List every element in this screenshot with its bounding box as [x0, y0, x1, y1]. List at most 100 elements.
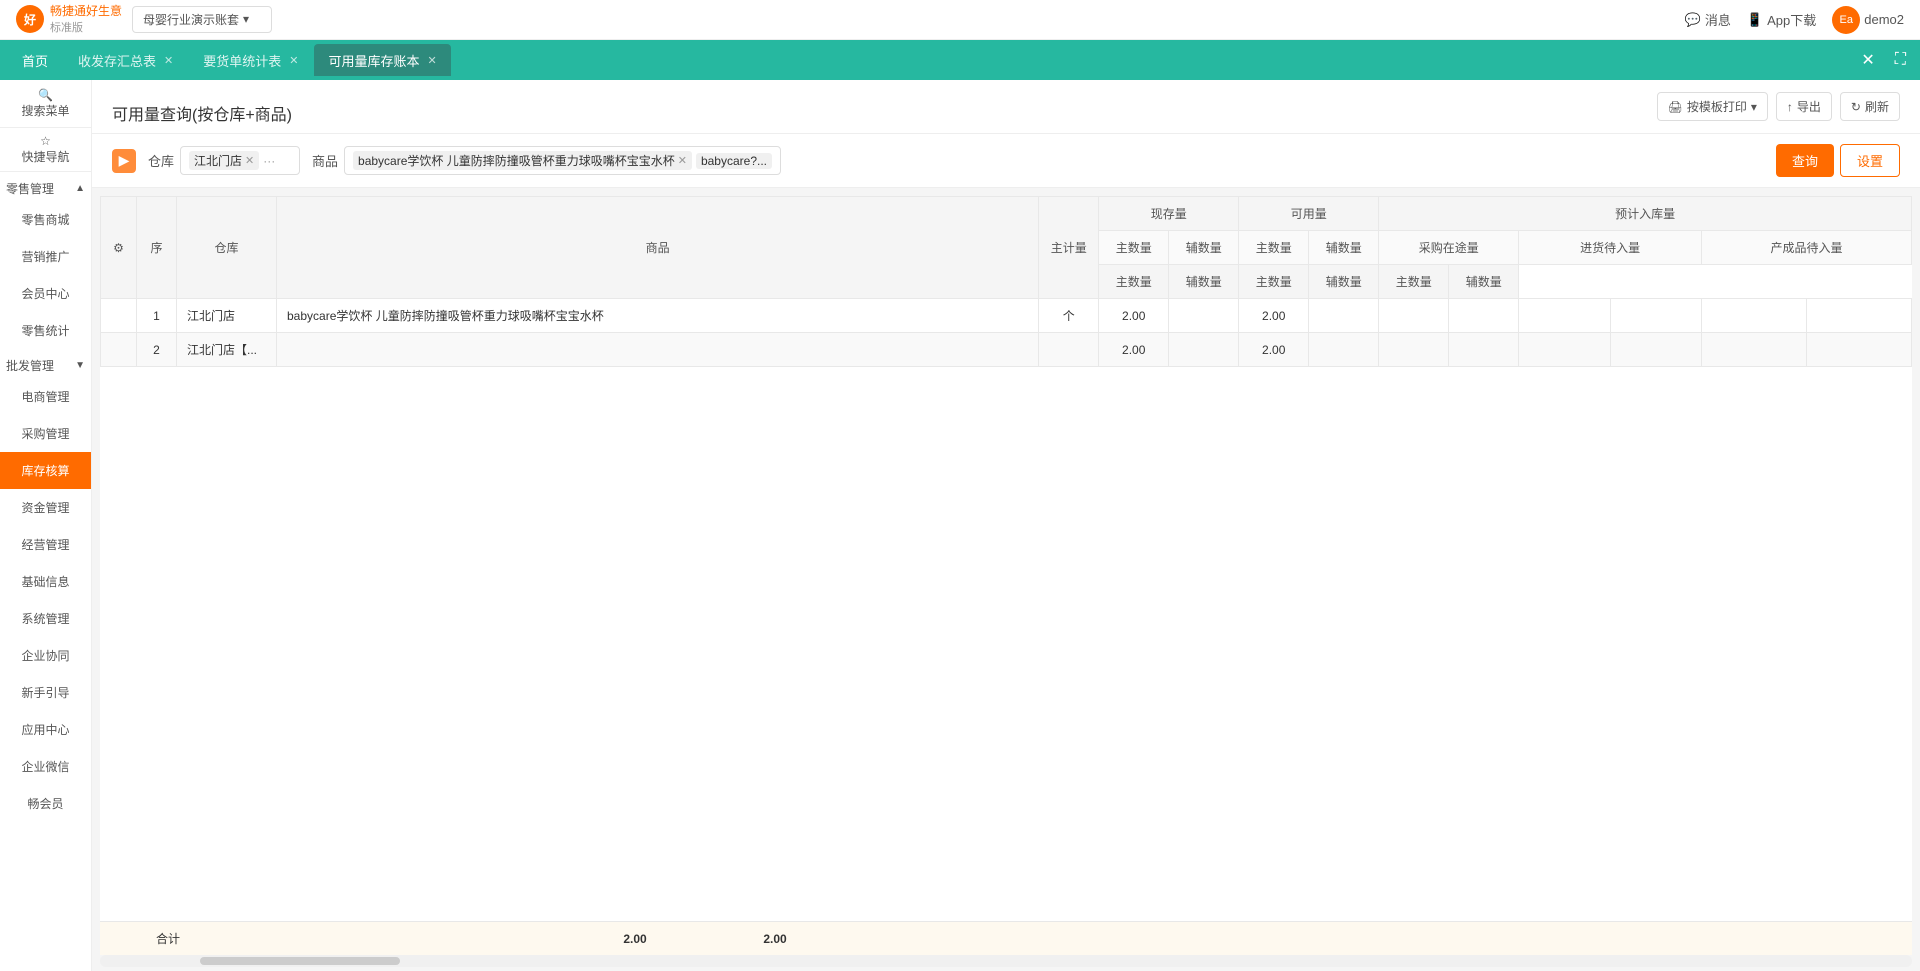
template-print-button[interactable]: 🖨 按模板打印 ▾	[1657, 92, 1768, 121]
window-expand-button[interactable]: ⛶	[1889, 49, 1912, 71]
sidebar: 🔍 搜索菜单 ☆ 快捷导航 零售管理 ▲ 零售商城 营销推广 会员中心 零售统计	[0, 80, 92, 971]
td-purchase-aux-1	[1449, 299, 1519, 333]
message-icon: 💬	[1685, 12, 1701, 28]
industry-select[interactable]: 母婴行业演示账套 ▾	[132, 6, 272, 33]
logo-area: 好 畅捷通好生意 标准版	[16, 4, 122, 34]
td-avail-aux-2	[1309, 333, 1379, 367]
td-product-main-1	[1702, 299, 1807, 333]
sidebar-item-finance[interactable]: 资金管理	[0, 489, 91, 526]
logo-text: 畅捷通好生意 标准版	[50, 4, 122, 34]
td-no-1: 1	[137, 299, 177, 333]
sidebar-group-retail[interactable]: 零售管理 ▲	[0, 172, 91, 201]
sidebar-item-operations[interactable]: 经营管理	[0, 526, 91, 563]
scrollbar-thumb[interactable]	[200, 957, 400, 965]
th-current-stock: 现存量	[1099, 197, 1239, 231]
top-bar-right: 💬 消息 📱 App下载 Ea demo2	[1685, 6, 1904, 34]
product-tag-1-close[interactable]: ✕	[678, 154, 687, 167]
sidebar-item-retail-mall[interactable]: 零售商城	[0, 201, 91, 238]
table-row: 1 江北门店 babycare学饮杯 儿童防摔防撞吸管杯重力球吸嘴杯宝宝水杯 个…	[101, 299, 1912, 333]
refresh-icon: ↻	[1851, 100, 1861, 114]
filter-toggle-button[interactable]: ▶	[112, 149, 136, 173]
sidebar-item-marketing[interactable]: 营销推广	[0, 238, 91, 275]
settings-button[interactable]: 设置	[1840, 144, 1900, 177]
tab-home[interactable]: 首页	[8, 44, 62, 76]
sidebar-item-wechat[interactable]: 企业微信	[0, 748, 91, 785]
warehouse-filter-input[interactable]: 江北门店 ✕ ···	[180, 146, 300, 175]
sidebar-item-ecommerce[interactable]: 电商管理	[0, 378, 91, 415]
td-purchase-main-1	[1379, 299, 1449, 333]
sidebar-item-retail-stats[interactable]: 零售统计	[0, 312, 91, 349]
td-product-aux-1	[1806, 299, 1911, 333]
sidebar-item-purchase[interactable]: 采购管理	[0, 415, 91, 452]
th-product-pending: 产成品待入量	[1702, 231, 1912, 265]
warehouse-tag: 江北门店 ✕	[189, 151, 259, 170]
tab-demand-stats[interactable]: 要货单统计表 ✕	[189, 44, 312, 76]
th-warehouse: 仓库	[177, 197, 277, 299]
horizontal-scrollbar[interactable]	[100, 955, 1912, 967]
page-header-actions: 🖨 按模板打印 ▾ ↑ 导出 ↻ 刷新	[1657, 92, 1900, 121]
product-tag-1: babycare学饮杯 儿童防摔防撞吸管杯重力球吸嘴杯宝宝水杯 ✕	[353, 151, 692, 170]
warehouse-tag-close[interactable]: ✕	[245, 154, 254, 167]
td-product-1: babycare学饮杯 儿童防摔防撞吸管杯重力球吸嘴杯宝宝水杯	[277, 299, 1039, 333]
refresh-button[interactable]: ↻ 刷新	[1840, 92, 1900, 121]
footer-label: 合计	[110, 930, 210, 947]
td-incoming-aux-1	[1610, 299, 1701, 333]
message-button[interactable]: 💬 消息	[1685, 10, 1731, 29]
th-avail-aux: 辅数量	[1309, 231, 1379, 265]
th-product-aux: 辅数量	[1449, 265, 1519, 299]
app-download-button[interactable]: 📱 App下载	[1747, 10, 1816, 29]
window-close-button[interactable]: ✕	[1855, 48, 1880, 72]
sidebar-quick-nav[interactable]: ☆ 快捷导航	[0, 128, 91, 172]
export-button[interactable]: ↑ 导出	[1776, 92, 1832, 121]
sidebar-item-basics[interactable]: 基础信息	[0, 563, 91, 600]
td-incoming-main-1	[1519, 299, 1610, 333]
tab-close-receive-summary[interactable]: ✕	[164, 54, 173, 67]
td-avail-aux-1	[1309, 299, 1379, 333]
td-unit-1: 个	[1039, 299, 1099, 333]
sidebar-group-wholesale[interactable]: 批发管理 ▼	[0, 349, 91, 378]
th-current-aux: 辅数量	[1169, 231, 1239, 265]
chevron-down-icon: ▾	[243, 12, 249, 26]
chevron-up-icon: ▲	[75, 183, 85, 194]
user-profile[interactable]: Ea demo2	[1832, 6, 1904, 34]
td-avail-main-2: 2.00	[1239, 333, 1309, 367]
footer-avail-aux	[810, 932, 880, 946]
search-icon: 🔍	[8, 88, 83, 102]
sidebar-item-enterprise[interactable]: 企业协同	[0, 637, 91, 674]
td-current-main-2: 2.00	[1099, 333, 1169, 367]
product-tag-2: babycare?...	[696, 153, 772, 169]
query-button[interactable]: 查询	[1776, 144, 1834, 177]
tab-close-available-ledger[interactable]: ✕	[428, 54, 437, 67]
sidebar-search[interactable]: 🔍 搜索菜单	[0, 80, 91, 128]
td-current-aux-1	[1169, 299, 1239, 333]
th-product: 商品	[277, 197, 1039, 299]
tab-available-ledger[interactable]: 可用量库存账本 ✕	[314, 44, 450, 76]
nav-tabs-right: ✕ ⛶	[1855, 48, 1912, 72]
warehouse-filter-label: 仓库	[148, 151, 174, 170]
th-current-main: 主数量	[1099, 231, 1169, 265]
avatar: Ea	[1832, 6, 1860, 34]
tab-close-demand-stats[interactable]: ✕	[289, 54, 298, 67]
th-incoming-aux: 辅数量	[1309, 265, 1379, 299]
td-product-main-2	[1702, 333, 1807, 367]
td-product-2	[277, 333, 1039, 367]
sidebar-item-inventory[interactable]: 库存核算	[0, 452, 91, 489]
sidebar-item-newuser[interactable]: 新手引导	[0, 674, 91, 711]
warehouse-more: ···	[263, 154, 275, 168]
sidebar-item-member[interactable]: 畅会员	[0, 785, 91, 822]
table-container: ⚙ 序 仓库 商品 主计量 现存量 可用量 预计入库量 主数量 辅数量 主数量 …	[100, 196, 1912, 921]
product-filter-input[interactable]: babycare学饮杯 儿童防摔防撞吸管杯重力球吸嘴杯宝宝水杯 ✕ babyca…	[344, 146, 781, 175]
table-footer: 合计 2.00 2.00	[100, 921, 1912, 955]
sidebar-item-members[interactable]: 会员中心	[0, 275, 91, 312]
chevron-down-icon: ▾	[1751, 100, 1757, 114]
th-planned-in: 预计入库量	[1379, 197, 1912, 231]
td-warehouse-1: 江北门店	[177, 299, 277, 333]
nav-tabs: 首页 收发存汇总表 ✕ 要货单统计表 ✕ 可用量库存账本 ✕ ✕ ⛶	[0, 40, 1920, 80]
tab-receive-summary[interactable]: 收发存汇总表 ✕	[64, 44, 187, 76]
sidebar-item-appcenter[interactable]: 应用中心	[0, 711, 91, 748]
nav-icon: ☆	[0, 134, 91, 148]
footer-values: 2.00 2.00	[210, 932, 1902, 946]
sidebar-item-system[interactable]: 系统管理	[0, 600, 91, 637]
td-purchase-aux-2	[1449, 333, 1519, 367]
footer-current-aux	[670, 932, 740, 946]
